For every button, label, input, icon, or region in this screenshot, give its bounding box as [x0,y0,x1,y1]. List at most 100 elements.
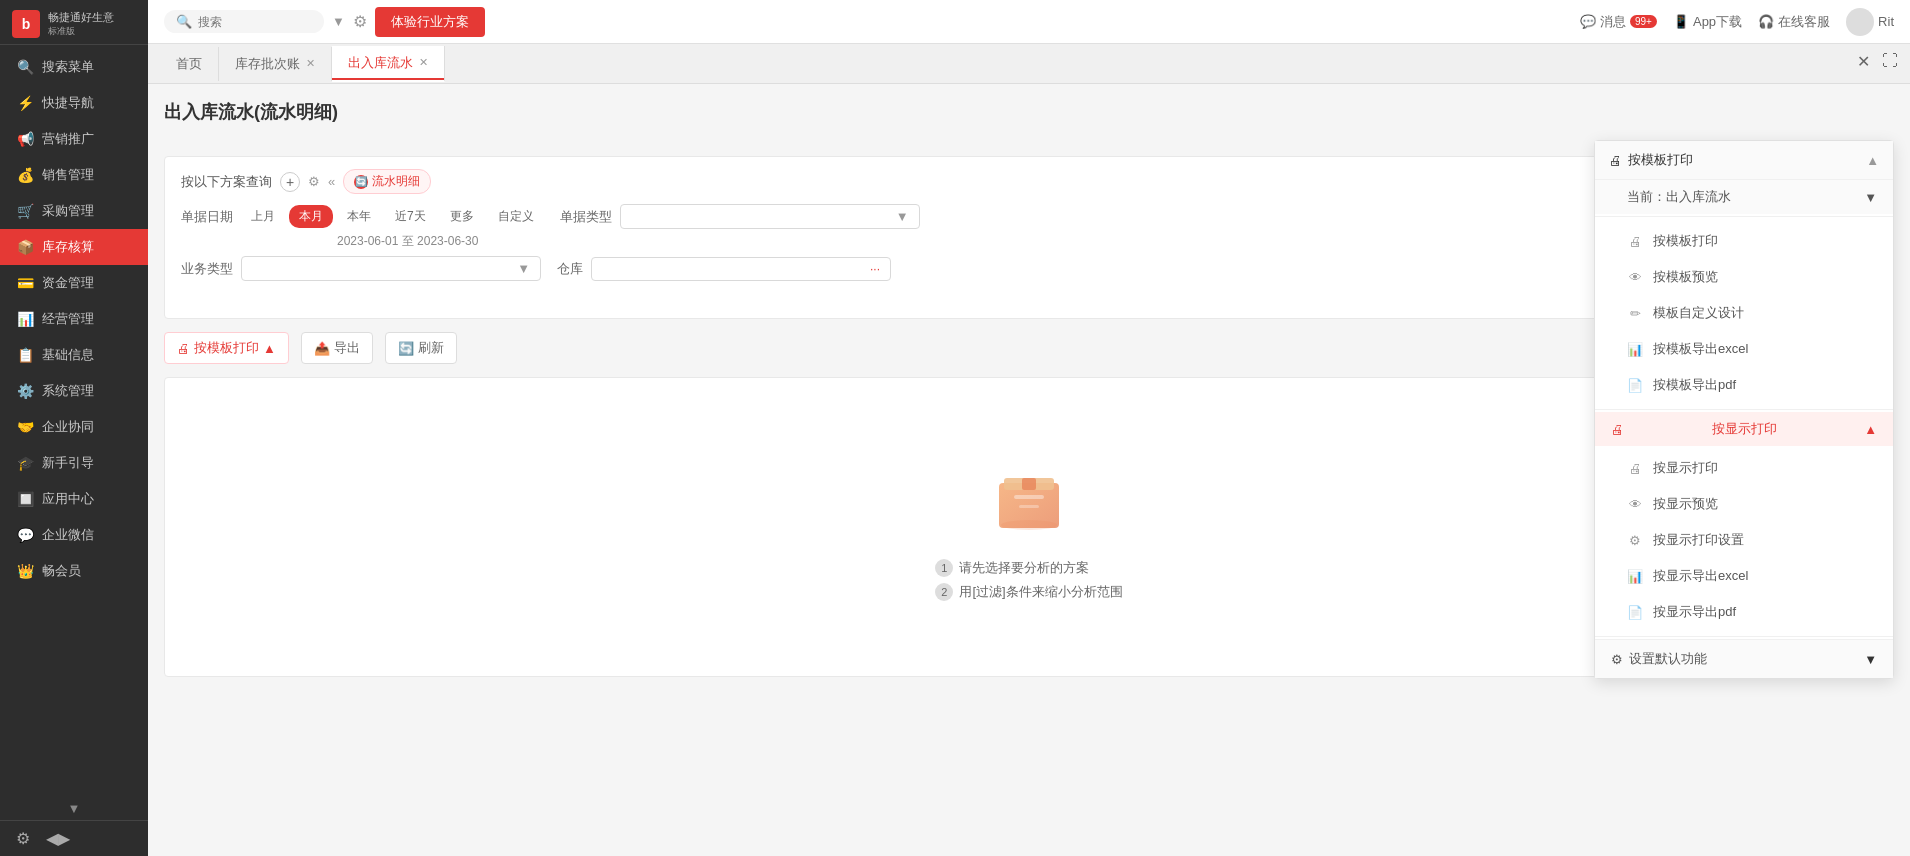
messages-btn[interactable]: 💬 消息 99+ [1580,13,1657,31]
dp-template-preview[interactable]: 👁 按模板预览 [1595,259,1893,295]
tab-batch[interactable]: 库存批次账 ✕ [219,47,332,81]
sidebar-item-sales[interactable]: 💰 销售管理 [0,157,148,193]
dp-display-section-arrow: ▲ [1864,422,1877,437]
sidebar-item-wechat[interactable]: 💬 企业微信 [0,517,148,553]
collab-icon: 🤝 [16,418,34,436]
online-service-label: 在线客服 [1778,13,1830,31]
tab-batch-close[interactable]: ✕ [306,57,315,70]
dp-footer-arrow: ▼ [1864,652,1877,667]
sidebar-item-inventory[interactable]: 📦 库存核算 [0,229,148,265]
dp-collapse-arrow[interactable]: ▲ [1866,153,1879,168]
industry-btn[interactable]: 体验行业方案 [375,7,485,37]
topbar-dropdown-icon[interactable]: ▼ [332,14,345,29]
dp-display-section-header[interactable]: 🖨 按显示打印 ▲ [1595,412,1893,446]
dp-display-print-label: 按显示打印 [1653,459,1718,477]
dp-excel-icon: 📊 [1627,341,1643,357]
biz-type-select[interactable]: ▼ [241,256,541,281]
doc-type-label: 单据类型 [560,208,612,226]
biz-type-filter: 业务类型 ▼ [181,256,541,281]
warehouse-select[interactable]: ··· [591,257,891,281]
dp-template-excel[interactable]: 📊 按模板导出excel [1595,331,1893,367]
dp-display-settings-label: 按显示打印设置 [1653,531,1744,549]
sidebar-item-finance[interactable]: 💳 资金管理 [0,265,148,301]
dp-template-print-label: 按模板打印 [1653,232,1718,250]
sidebar-item-basic[interactable]: 📋 基础信息 [0,337,148,373]
sidebar-nav: 🔍 搜索菜单 ⚡ 快捷导航 📢 营销推广 💰 销售管理 🛒 采购管理 📦 [0,45,148,797]
dp-template-custom[interactable]: ✏ 模板自定义设计 [1595,295,1893,331]
sidebar-item-purchase[interactable]: 🛒 采购管理 [0,193,148,229]
dp-display-print[interactable]: 🖨 按显示打印 [1595,450,1893,486]
page-title: 出入库流水(流水明细) [164,100,338,124]
dp-divider-2 [1595,409,1893,410]
sidebar-item-label: 基础信息 [42,346,94,364]
dp-footer-gear-icon: ⚙ [1611,652,1623,667]
date-tabs: 上月 本月 本年 近7天 更多 自定义 [241,205,544,228]
sidebar-scroll-down[interactable]: ▼ [0,797,148,820]
export-btn[interactable]: 📤 导出 [301,332,373,364]
sidebar-item-system[interactable]: ⚙️ 系统管理 [0,373,148,409]
search-input[interactable] [198,15,298,29]
dp-display-preview[interactable]: 👁 按显示预览 [1595,486,1893,522]
sidebar-item-quicknav[interactable]: ⚡ 快捷导航 [0,85,148,121]
dp-display-excel-label: 按显示导出excel [1653,567,1748,585]
search-icon: 🔍 [16,58,34,76]
app-download-btn[interactable]: 📱 App下载 [1673,13,1742,31]
page-content: 出入库流水(流水明细) 按以下方案查询 + ⚙ « 🔄 流水明细 [148,84,1910,856]
filter-tag: 🔄 流水明细 [343,169,431,194]
tabbar-close-btn[interactable]: ✕ [1857,52,1870,71]
sidebar-item-operations[interactable]: 📊 经营管理 [0,301,148,337]
topbar-settings-icon[interactable]: ⚙ [353,12,367,31]
date-tab-more[interactable]: 更多 [440,205,484,228]
sidebar-item-appcenter[interactable]: 🔲 应用中心 [0,481,148,517]
doc-type-select[interactable]: ▼ [620,204,920,229]
filter-tag-icon: 🔄 [354,175,368,189]
sidebar-settings-icon[interactable]: ⚙ [16,829,30,848]
date-tab-this-year[interactable]: 本年 [337,205,381,228]
sidebar-item-collab[interactable]: 🤝 企业协同 [0,409,148,445]
filter-collapse-icon[interactable]: « [328,174,335,189]
refresh-btn[interactable]: 🔄 刷新 [385,332,457,364]
dp-display-section-icon: 🖨 [1611,422,1624,437]
dp-template-pdf[interactable]: 📄 按模板导出pdf [1595,367,1893,403]
tab-flow[interactable]: 出入库流水 ✕ [332,46,445,82]
dp-display-settings[interactable]: ⚙ 按显示打印设置 [1595,522,1893,558]
user-avatar-area[interactable]: Rit [1846,8,1894,36]
sidebar-item-vip[interactable]: 👑 畅会员 [0,553,148,589]
quicknav-icon: ⚡ [16,94,34,112]
date-tab-custom[interactable]: 自定义 [488,205,544,228]
dp-template-print[interactable]: 🖨 按模板打印 [1595,223,1893,259]
filter-gear-icon[interactable]: ⚙ [308,174,320,189]
tab-flow-close[interactable]: ✕ [419,56,428,69]
date-tab-this-month[interactable]: 本月 [289,205,333,228]
svg-point-3 [1001,520,1057,530]
dp-print-icon: 🖨 [1609,153,1622,168]
print-btn[interactable]: 🖨 按模板打印 ▲ [164,332,289,364]
sidebar: b 畅捷通好生意 标准版 🔍 搜索菜单 ⚡ 快捷导航 📢 营销推广 💰 销售管理 [0,0,148,856]
dp-current-label: 当前：出入库流水 [1627,188,1731,206]
sidebar-item-marketing[interactable]: 📢 营销推广 [0,121,148,157]
dp-footer[interactable]: ⚙ 设置默认功能 ▼ [1595,639,1893,678]
topbar-search-box[interactable]: 🔍 [164,10,324,33]
date-tab-last-month[interactable]: 上月 [241,205,285,228]
tab-home-label: 首页 [176,55,202,73]
tabbar-expand-btn[interactable]: ⛶ [1882,52,1898,70]
dp-display-pdf-icon: 📄 [1627,604,1643,620]
dp-display-excel[interactable]: 📊 按显示导出excel [1595,558,1893,594]
dp-title-text: 按模板打印 [1628,151,1693,169]
sidebar-item-search[interactable]: 🔍 搜索菜单 [0,49,148,85]
dp-divider-1 [1595,216,1893,217]
sidebar-toggle-icon[interactable]: ◀▶ [46,829,70,848]
more-icon: ··· [870,262,880,276]
inventory-icon: 📦 [16,238,34,256]
sidebar-item-guide[interactable]: 🎓 新手引导 [0,445,148,481]
sidebar-item-label: 搜索菜单 [42,58,94,76]
filter-tag-label: 流水明细 [372,173,420,190]
filter-add-btn[interactable]: + [280,172,300,192]
dp-display-pdf[interactable]: 📄 按显示导出pdf [1595,594,1893,630]
dp-display-print-icon: 🖨 [1627,460,1643,476]
online-service-btn[interactable]: 🎧 在线客服 [1758,13,1830,31]
date-tab-7days[interactable]: 近7天 [385,205,436,228]
svg-rect-2 [1022,478,1036,490]
sidebar-item-label: 企业协同 [42,418,94,436]
tab-home[interactable]: 首页 [160,47,219,81]
